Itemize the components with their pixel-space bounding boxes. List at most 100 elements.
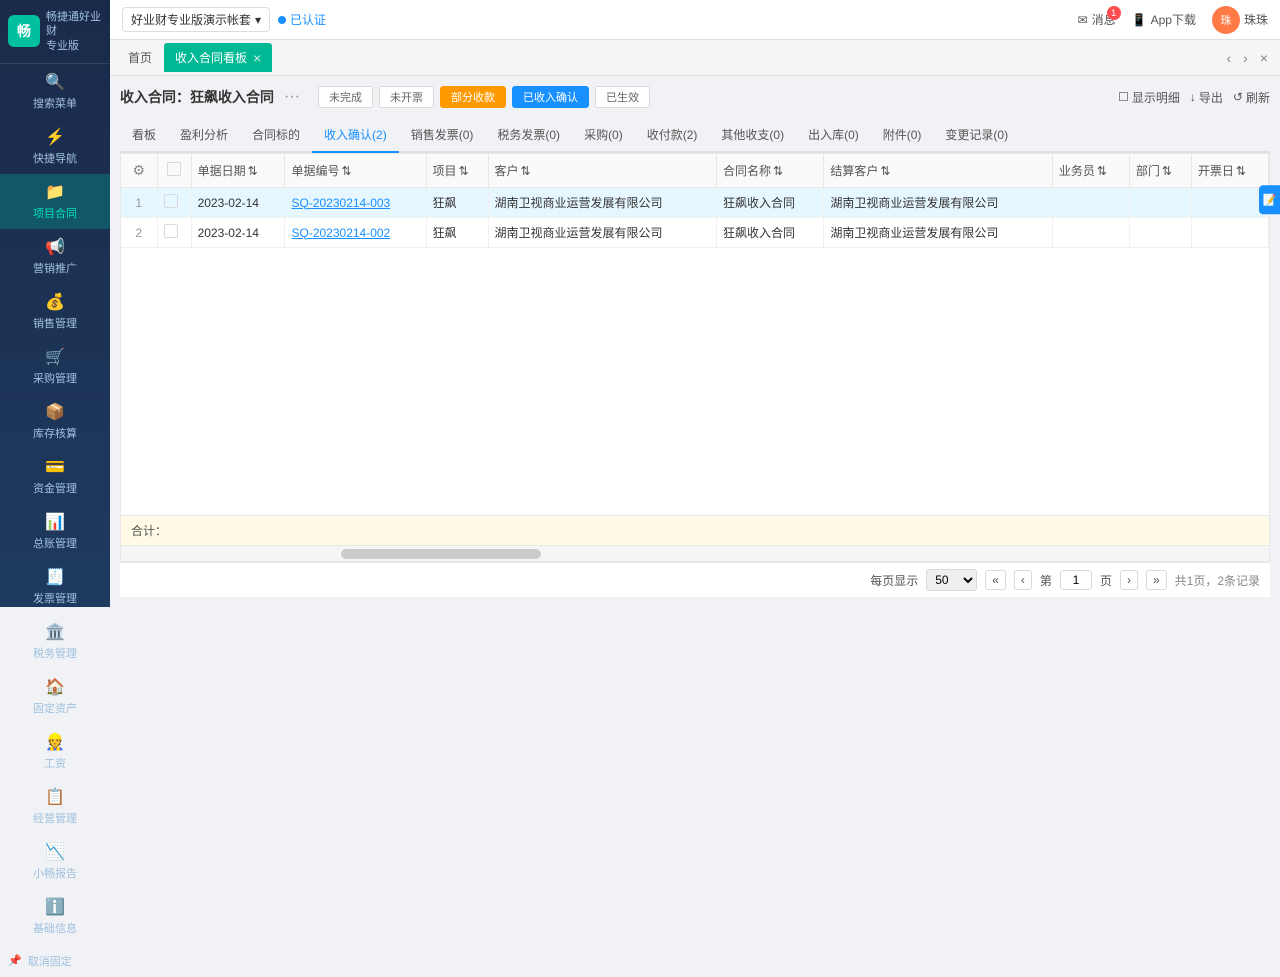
sidebar-item-salary[interactable]: 👷 工资 bbox=[0, 724, 110, 779]
message-badge: 1 bbox=[1107, 6, 1121, 20]
page-input[interactable] bbox=[1060, 570, 1092, 590]
show-detail-action[interactable]: ☐ 显示明细 bbox=[1118, 89, 1180, 106]
sidebar-item-label: 总账管理 bbox=[33, 535, 77, 551]
page-size-select[interactable]: 50 100 200 bbox=[926, 569, 977, 591]
sidebar-item-tax[interactable]: 🏛️ 税务管理 bbox=[0, 614, 110, 669]
row-code[interactable]: SQ-20230214-003 bbox=[285, 188, 426, 218]
sort-icon[interactable]: ⇅ bbox=[248, 164, 258, 178]
sidebar-item-sales[interactable]: 💰 销售管理 bbox=[0, 284, 110, 339]
message-button[interactable]: ✉ 1 消息 bbox=[1078, 11, 1116, 28]
select-all-checkbox[interactable] bbox=[167, 162, 181, 176]
sidebar-item-label: 采购管理 bbox=[33, 370, 77, 386]
tab-prev-button[interactable]: ‹ bbox=[1222, 48, 1235, 68]
content-area: 收入合同：狂飙收入合同 ··· 未完成 未开票 部分收款 已收入确认 已生效 ☐… bbox=[110, 76, 1280, 607]
table-row[interactable]: 1 2023-02-14 SQ-20230214-003 狂飙 湖南卫视商业运营… bbox=[121, 188, 1269, 218]
tab-inout-storage[interactable]: 出入库(0) bbox=[796, 118, 871, 151]
purchase-icon: 🛒 bbox=[45, 347, 65, 367]
sidebar-item-basic[interactable]: ℹ️ 基础信息 bbox=[0, 889, 110, 944]
row-checkbox[interactable] bbox=[164, 224, 178, 238]
tab-home[interactable]: 首页 bbox=[118, 43, 162, 72]
col-settle-customer: 结算客户⇅ bbox=[824, 154, 1053, 188]
sidebar-search-label: 搜索菜单 bbox=[33, 95, 77, 111]
sidebar: 畅 畅捷通好业财专业版 🔍 搜索菜单 ⚡ 快捷导航 📁 项目合同 📢 营销推广 … bbox=[0, 0, 110, 607]
verified-label: 已认证 bbox=[290, 11, 326, 28]
status-income-confirmed[interactable]: 已收入确认 bbox=[512, 86, 589, 108]
prev-page-button[interactable]: ‹ bbox=[1014, 570, 1032, 590]
tab-other-income[interactable]: 其他收支(0) bbox=[709, 118, 796, 151]
sidebar-item-quicknav[interactable]: ⚡ 快捷导航 bbox=[0, 119, 110, 174]
row-contract: 狂飙收入合同 bbox=[717, 188, 824, 218]
refresh-action[interactable]: ↺ 刷新 bbox=[1233, 89, 1270, 106]
export-action[interactable]: ↓ 导出 bbox=[1190, 89, 1223, 106]
sort-icon[interactable]: ⇅ bbox=[459, 164, 469, 178]
sidebar-item-ledger[interactable]: 📊 总账管理 bbox=[0, 504, 110, 559]
sidebar-item-project[interactable]: 📁 项目合同 bbox=[0, 174, 110, 229]
tab-subject[interactable]: 合同标的 bbox=[240, 118, 312, 151]
sidebar-bottom-action[interactable]: 📌 取消固定 bbox=[0, 944, 110, 977]
sales-icon: 💰 bbox=[45, 292, 65, 312]
download-icon: 📱 bbox=[1132, 13, 1147, 27]
invoice-icon: 🧾 bbox=[45, 567, 65, 587]
first-page-button[interactable]: « bbox=[985, 570, 1006, 590]
refresh-label: 刷新 bbox=[1246, 89, 1270, 106]
sort-icon[interactable]: ⇅ bbox=[1236, 164, 1246, 178]
sort-icon[interactable]: ⇅ bbox=[880, 164, 890, 178]
sort-icon[interactable]: ⇅ bbox=[342, 164, 352, 178]
sidebar-item-marketing[interactable]: 📢 营销推广 bbox=[0, 229, 110, 284]
last-page-button[interactable]: » bbox=[1146, 570, 1167, 590]
page-size-label: 每页显示 bbox=[870, 572, 918, 589]
close-icon[interactable]: × bbox=[253, 50, 261, 66]
sort-icon[interactable]: ⇅ bbox=[1162, 164, 1172, 178]
scrollbar-thumb[interactable] bbox=[341, 549, 541, 559]
tab-profit[interactable]: 盈利分析 bbox=[168, 118, 240, 151]
more-button[interactable]: ··· bbox=[284, 88, 300, 106]
col-settings: ⚙ bbox=[121, 154, 157, 188]
col-contract: 合同名称⇅ bbox=[717, 154, 824, 188]
tab-close-all-button[interactable]: × bbox=[1256, 48, 1272, 68]
sort-icon[interactable]: ⇅ bbox=[521, 164, 531, 178]
tab-board[interactable]: 看板 bbox=[120, 118, 168, 151]
status-partial-collected[interactable]: 部分收款 bbox=[440, 86, 506, 108]
tab-revenue-confirm[interactable]: 收入确认(2) bbox=[312, 118, 399, 153]
company-selector[interactable]: 好业财专业版演示帐套 ▾ bbox=[122, 7, 270, 32]
status-uncompleted[interactable]: 未完成 bbox=[318, 86, 373, 108]
tab-contract-board[interactable]: 收入合同看板 × bbox=[164, 43, 272, 72]
tab-sales-invoice[interactable]: 销售发票(0) bbox=[399, 118, 486, 151]
right-note-button[interactable]: 📝 bbox=[1259, 185, 1280, 214]
settings-icon[interactable]: ⚙ bbox=[132, 162, 145, 178]
tab-next-button[interactable]: › bbox=[1239, 48, 1252, 68]
row-code[interactable]: SQ-20230214-002 bbox=[285, 218, 426, 248]
sidebar-item-assets[interactable]: 🏠 固定资产 bbox=[0, 669, 110, 724]
operations-icon: 📋 bbox=[45, 787, 65, 807]
sort-icon[interactable]: ⇅ bbox=[773, 164, 783, 178]
tab-tax-invoice[interactable]: 税务发票(0) bbox=[485, 118, 572, 151]
sidebar-item-report[interactable]: 📉 小畅报告 bbox=[0, 834, 110, 889]
table-wrapper: ⚙ 单据日期⇅ 单据编号⇅ 项目⇅ 客户⇅ 合同名称⇅ 结算客户⇅ 业务员⇅ 部… bbox=[121, 154, 1269, 515]
horizontal-scrollbar[interactable] bbox=[121, 545, 1269, 561]
sidebar-item-purchase[interactable]: 🛒 采购管理 bbox=[0, 339, 110, 394]
app-download-button[interactable]: 📱 App下载 bbox=[1132, 11, 1196, 28]
sidebar-item-inventory[interactable]: 📦 库存核算 bbox=[0, 394, 110, 449]
next-page-button[interactable]: › bbox=[1120, 570, 1138, 590]
table-row[interactable]: 2 2023-02-14 SQ-20230214-002 狂飙 湖南卫视商业运营… bbox=[121, 218, 1269, 248]
tax-icon: 🏛️ bbox=[45, 622, 65, 642]
tab-change-log[interactable]: 变更记录(0) bbox=[933, 118, 1020, 151]
sidebar-item-invoice[interactable]: 🧾 发票管理 bbox=[0, 559, 110, 614]
user-menu[interactable]: 珠 珠珠 bbox=[1212, 6, 1268, 34]
row-salesman bbox=[1052, 218, 1129, 248]
tab-attachments[interactable]: 附件(0) bbox=[871, 118, 934, 151]
status-uninvoiced[interactable]: 未开票 bbox=[379, 86, 434, 108]
sort-icon[interactable]: ⇅ bbox=[1097, 164, 1107, 178]
tab-payment[interactable]: 收付款(2) bbox=[635, 118, 710, 151]
row-checkbox[interactable] bbox=[164, 194, 178, 208]
funds-icon: 💳 bbox=[45, 457, 65, 477]
sidebar-item-operations[interactable]: 📋 经营管理 bbox=[0, 779, 110, 834]
status-effective[interactable]: 已生效 bbox=[595, 86, 650, 108]
tabbar-nav: ‹ › × bbox=[1222, 48, 1272, 68]
export-label: 导出 bbox=[1199, 89, 1223, 106]
sidebar-item-search[interactable]: 🔍 搜索菜单 bbox=[0, 64, 110, 119]
sidebar-item-funds[interactable]: 💳 资金管理 bbox=[0, 449, 110, 504]
tab-purchase[interactable]: 采购(0) bbox=[572, 118, 635, 151]
row-contract: 狂飙收入合同 bbox=[717, 218, 824, 248]
inner-tabs: 看板 盈利分析 合同标的 收入确认(2) 销售发票(0) 税务发票(0) 采购(… bbox=[120, 118, 1270, 153]
